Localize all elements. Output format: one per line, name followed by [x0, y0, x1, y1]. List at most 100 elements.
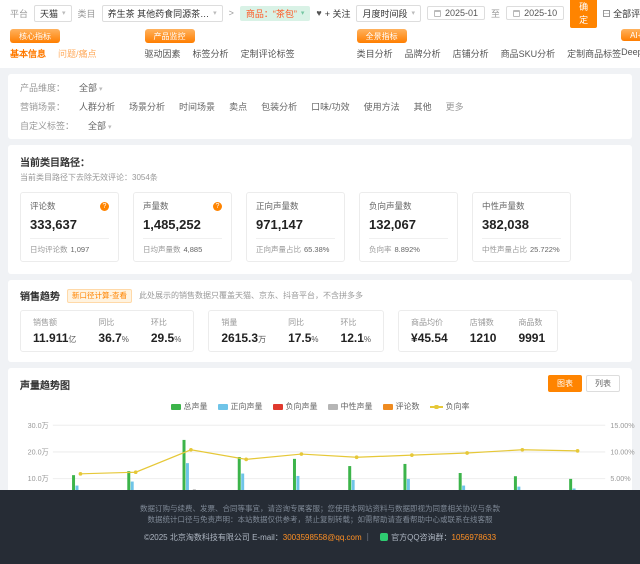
stat-sub-value: 8.892%: [395, 245, 420, 254]
stat-card-2: 声量数?1,485,252日均声量数4,885: [133, 192, 232, 262]
legend-item-2[interactable]: 正向声量: [218, 401, 263, 412]
filter-row-label: 营销场景：: [20, 100, 65, 113]
help-icon[interactable]: ?: [100, 202, 109, 211]
time-granularity-select[interactable]: 月度时间段▾: [356, 5, 421, 22]
metric-label: 店铺数: [470, 317, 497, 328]
nav-tab-4-1[interactable]: DeepSeek解读: [621, 45, 640, 58]
nav-tab-3-4[interactable]: 商品SKU分析: [501, 47, 556, 60]
sales-metric-1-1: 销售额11.911亿: [33, 317, 76, 345]
filter-row-label: 产品维度：: [20, 81, 65, 94]
line-point-负向率: [79, 472, 83, 476]
sales-metric-3-2: 店铺数1210: [470, 317, 497, 345]
sales-metric-3-1: 商品均价¥45.54: [411, 317, 448, 345]
legend-line-swatch: [430, 404, 443, 409]
email-label: E-mail：: [252, 533, 283, 542]
sales-metric-1-2: 同比36.7%: [98, 317, 128, 345]
metric-unit: %: [122, 335, 129, 344]
nav-tab-3-5[interactable]: 定制商品标签: [567, 47, 621, 60]
filter-option-2-3[interactable]: 时间场景: [179, 100, 215, 113]
qq-group-label: 官方QQ咨询群：: [391, 533, 451, 542]
sales-metric-1-3: 环比29.5%: [151, 317, 181, 345]
filter-option-2-2[interactable]: 场景分析: [129, 100, 165, 113]
filter-option-2-7[interactable]: 使用方法: [364, 100, 400, 113]
metric-label: 商品数: [518, 317, 545, 328]
stat-card-label: 负向声量数: [369, 200, 412, 212]
volume-trend-title: 声量趋势图: [20, 381, 70, 392]
stat-card-subrow: 中性声量占比25.722%: [482, 244, 561, 255]
nav-tab-1-2[interactable]: 问题/痛点: [58, 47, 97, 60]
legend-swatch: [218, 404, 228, 410]
filter-row-value[interactable]: 全部: [88, 121, 106, 131]
confirm-button[interactable]: 确定: [570, 0, 597, 28]
filter-row-value[interactable]: 全部: [79, 83, 97, 93]
line-point-负向率: [189, 448, 193, 452]
follow-button[interactable]: ♥+ 关注: [316, 7, 350, 20]
stat-card-value: 382,038: [482, 217, 561, 232]
stat-card-4: 负向声量数 132,067 负向率8.892%: [359, 192, 458, 262]
nav-tab-3-2[interactable]: 品牌分析: [405, 47, 441, 60]
stat-card-label: 中性声量数: [482, 200, 525, 212]
legend-line-dot: [434, 405, 439, 410]
legend-item-1[interactable]: 总声量: [171, 401, 208, 412]
legend-item-6[interactable]: 负向率: [430, 401, 470, 412]
sales-card-3: 商品均价¥45.54店铺数1210商品数9991: [398, 310, 558, 352]
nav-group-tag: 全景指标: [357, 29, 407, 43]
filter-option-2-1[interactable]: 人群分析: [79, 100, 115, 113]
date-to-input[interactable]: 2025-10: [506, 6, 564, 20]
divider: [30, 238, 109, 239]
list-view-button[interactable]: 列表: [586, 375, 620, 392]
legend-item-4[interactable]: 中性声量: [328, 401, 373, 412]
divider: [256, 238, 335, 239]
legend-item-3[interactable]: 负向声量: [273, 401, 318, 412]
qq-icon: [380, 533, 388, 541]
volume-trend-header: 声量趋势图 图表 列表: [20, 376, 620, 392]
metric-value: 36.7%: [98, 331, 128, 345]
footer-copyright-line: ©2025 北京淘数科技有限公司 E-mail：3003598558@qq.co…: [0, 532, 640, 543]
all-comments-link[interactable]: 全部评论: [603, 7, 640, 20]
nav-tab-3-1[interactable]: 类目分析: [357, 47, 393, 60]
metric-unit: %: [174, 335, 181, 344]
stat-sub-value: 65.38%: [304, 245, 329, 254]
chart-view-button[interactable]: 图表: [548, 375, 582, 392]
nav-group-4: AI+DeepSeek解读: [621, 29, 640, 60]
platform-select[interactable]: 天猫▾: [34, 5, 72, 22]
date-from-input[interactable]: 2025-01: [427, 6, 485, 20]
stat-card-label-row: 负向声量数: [369, 200, 448, 212]
stat-sub-value: 25.722%: [530, 245, 560, 254]
nav-tab-2-3[interactable]: 定制评论标签: [241, 47, 295, 60]
help-icon[interactable]: ?: [213, 202, 222, 211]
nav-tab-2-2[interactable]: 标签分析: [193, 47, 229, 60]
stat-card-value: 132,067: [369, 217, 448, 232]
nav-tab-2-1[interactable]: 驱动因素: [145, 47, 181, 60]
qq-group-link[interactable]: 1056978633: [452, 533, 497, 542]
category-select[interactable]: 养生茶 其他药食同源茶…▾: [102, 5, 223, 22]
stat-card-label-row: 评论数?: [30, 200, 109, 212]
nav-group-items: DeepSeek解读: [621, 45, 640, 58]
sales-metric-2-1: 销量2615.3万: [221, 317, 266, 345]
sales-caliber-tag[interactable]: 新口径计算-查看: [67, 289, 132, 303]
filter-option-2-4[interactable]: 卖点: [229, 100, 247, 113]
filter-value-wrap[interactable]: 全部 ▾: [79, 81, 102, 94]
metric-value: 11.911亿: [33, 331, 76, 345]
stat-card-subrow: 负向率8.892%: [369, 244, 448, 255]
filter-value-wrap[interactable]: 全部 ▾: [88, 119, 111, 132]
nav-tab-3-3[interactable]: 店铺分析: [453, 47, 489, 60]
stat-sub-label: 日均评论数: [30, 245, 68, 254]
line-point-负向率: [521, 448, 525, 452]
filter-option-2-6[interactable]: 口味/功效: [311, 100, 350, 113]
filter-more-link[interactable]: 更多: [446, 100, 464, 113]
metric-unit: 亿: [68, 335, 76, 344]
filter-option-2-8[interactable]: 其他: [414, 100, 432, 113]
sales-cards-row: 销售额11.911亿同比36.7% 环比29.5% 销量2615.3万同比17.5%…: [20, 310, 620, 352]
filter-option-2-5[interactable]: 包装分析: [261, 100, 297, 113]
metric-label: 销量: [221, 317, 266, 328]
email-link[interactable]: 3003598558@qq.com: [283, 533, 362, 542]
chevron-down-icon: ▾: [97, 86, 102, 93]
legend-item-5[interactable]: 评论数: [383, 401, 420, 412]
product-keyword-chip[interactable]: 商品：“茶包”▾: [240, 6, 311, 21]
nav-tab-1-1[interactable]: 基本信息: [10, 47, 46, 60]
sales-card-2: 销量2615.3万同比17.5%环比12.1%: [208, 310, 384, 352]
page: 平台 天猫▾ 类目 养生茶 其他药食同源茶…▾ > 商品：“茶包”▾ ♥+ 关注…: [0, 0, 640, 564]
metric-unit: %: [364, 335, 371, 344]
copyright-text: ©2025 北京淘数科技有限公司: [144, 533, 250, 542]
